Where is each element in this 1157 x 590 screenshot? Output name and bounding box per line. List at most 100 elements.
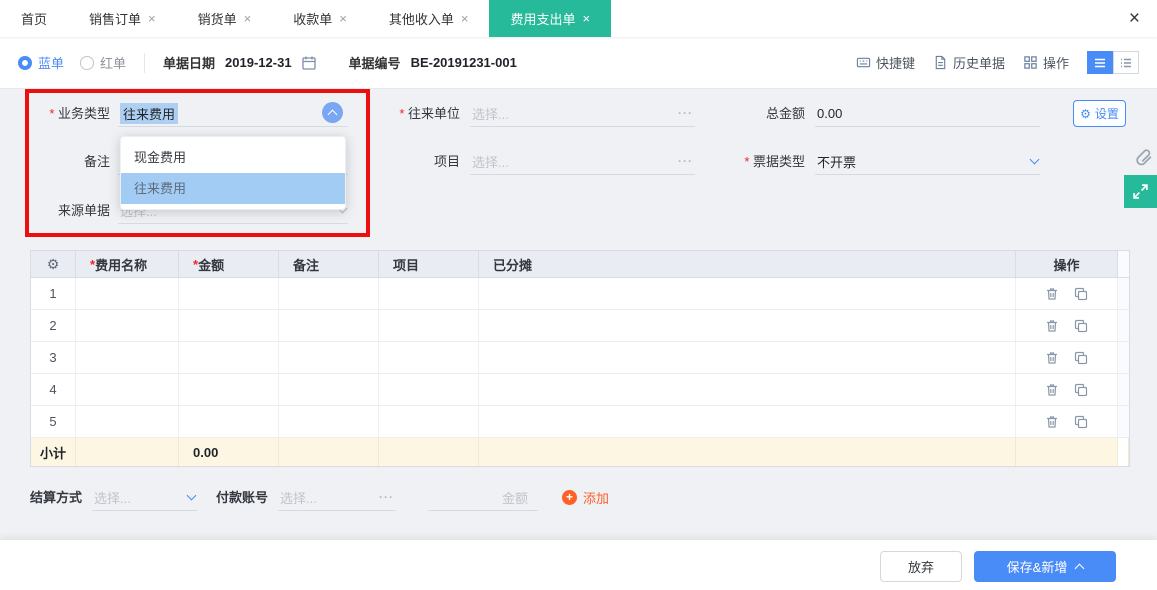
settlement-amount-field[interactable]: 金额: [428, 484, 538, 511]
total-amount-label: 总金额: [765, 106, 805, 121]
cell-project[interactable]: [379, 342, 479, 373]
cell-remark[interactable]: [279, 278, 379, 309]
total-amount-field[interactable]: 0.00: [815, 100, 1040, 127]
save-and-add-button[interactable]: 保存&新增: [974, 551, 1116, 582]
tab-home[interactable]: 首页: [0, 0, 68, 37]
tab-close-icon[interactable]: ×: [339, 12, 347, 25]
total-amount-value: 0.00: [817, 105, 843, 121]
radio-unselected-icon: [80, 55, 95, 70]
business-type-label: 业务类型: [20, 100, 110, 127]
delete-row-icon[interactable]: [1045, 287, 1059, 301]
list-view-icon: [1095, 58, 1105, 67]
chevron-down-icon[interactable]: [1029, 154, 1040, 164]
collapse-dropdown-icon[interactable]: [322, 102, 343, 123]
tab-expense-payment-active[interactable]: 费用支出单 ×: [489, 0, 612, 37]
radio-red-form[interactable]: 红单: [80, 53, 126, 72]
chevron-down-icon[interactable]: [186, 490, 197, 500]
invoice-type-field[interactable]: 不开票: [815, 148, 1040, 175]
business-type-value: 往来费用: [120, 102, 179, 124]
payment-account-more-icon[interactable]: ···: [379, 490, 394, 504]
copy-row-icon[interactable]: [1074, 319, 1088, 333]
tab-close-icon[interactable]: ×: [148, 12, 156, 25]
history-doc-icon: [935, 55, 946, 70]
delete-row-icon[interactable]: [1045, 319, 1059, 333]
list-view-button[interactable]: [1087, 51, 1113, 74]
tab-close-icon[interactable]: ×: [244, 12, 252, 25]
payment-account-placeholder: 选择...: [280, 490, 317, 506]
detail-view-button[interactable]: [1113, 51, 1139, 74]
partner-more-icon[interactable]: ···: [678, 106, 693, 120]
copy-row-icon[interactable]: [1074, 383, 1088, 397]
cell-expense-name[interactable]: [76, 406, 179, 437]
dropdown-option-transaction-selected[interactable]: 往来费用: [121, 173, 345, 204]
abandon-label: 放弃: [907, 560, 934, 575]
tab-close-icon[interactable]: ×: [582, 12, 590, 25]
calendar-icon[interactable]: [301, 55, 317, 71]
expense-table: ⚙ 费用名称 金额 备注 项目 已分摊 操作 1 2: [30, 250, 1130, 467]
cell-allocated: [479, 278, 1016, 309]
copy-row-icon[interactable]: [1074, 415, 1088, 429]
cell-project[interactable]: [379, 374, 479, 405]
operations-button[interactable]: 操作: [1023, 53, 1069, 72]
subtotal-label: 小计: [31, 438, 76, 466]
radio-blue-form[interactable]: 蓝单: [18, 53, 64, 72]
expand-button[interactable]: [1124, 175, 1157, 208]
business-type-field[interactable]: 往来费用: [118, 100, 348, 127]
table-row: 4: [31, 374, 1129, 406]
row-number: 1: [31, 278, 76, 309]
invoice-type-value: 不开票: [817, 154, 857, 170]
delete-row-icon[interactable]: [1045, 415, 1059, 429]
cell-remark[interactable]: [279, 310, 379, 341]
cell-expense-name[interactable]: [76, 342, 179, 373]
add-label: 添加: [583, 491, 610, 506]
cell-remark[interactable]: [279, 374, 379, 405]
payment-account-field[interactable]: 选择... ···: [278, 484, 396, 511]
table-settings-icon[interactable]: ⚙: [47, 257, 60, 271]
cell-project[interactable]: [379, 310, 479, 341]
cell-amount[interactable]: [179, 406, 279, 437]
settlement-method-field[interactable]: 选择...: [92, 484, 197, 511]
cell-amount[interactable]: [179, 310, 279, 341]
copy-row-icon[interactable]: [1074, 287, 1088, 301]
cell-project[interactable]: [379, 278, 479, 309]
cell-expense-name[interactable]: [76, 310, 179, 341]
settings-button[interactable]: ⚙ 设置: [1073, 100, 1126, 127]
cell-expense-name[interactable]: [76, 374, 179, 405]
tab-label: 销货单: [197, 12, 237, 27]
cell-amount[interactable]: [179, 278, 279, 309]
toolbar-right-tools: 快捷键 历史单据 操作: [856, 51, 1139, 74]
settlement-method-label: 结算方式: [30, 490, 83, 505]
shortcuts-button[interactable]: 快捷键: [856, 53, 915, 72]
dropdown-option-cash[interactable]: 现金费用: [121, 142, 345, 173]
cell-remark[interactable]: [279, 406, 379, 437]
delete-row-icon[interactable]: [1045, 383, 1059, 397]
cell-amount[interactable]: [179, 374, 279, 405]
settlement-method-placeholder: 选择...: [94, 490, 131, 506]
doc-no-label: 单据编号: [348, 56, 401, 71]
tab-sales-order[interactable]: 销售订单 ×: [68, 0, 177, 37]
invoice-type-label: 票据类型: [700, 148, 805, 175]
cell-project[interactable]: [379, 406, 479, 437]
abandon-button[interactable]: 放弃: [880, 551, 962, 582]
history-button[interactable]: 历史单据: [933, 53, 1005, 72]
tab-receipt[interactable]: 收款单 ×: [272, 0, 368, 37]
project-field[interactable]: 选择... ···: [470, 148, 695, 175]
cell-remark[interactable]: [279, 342, 379, 373]
partner-field[interactable]: 选择... ···: [470, 100, 695, 127]
tab-close-icon[interactable]: ×: [461, 12, 469, 25]
doc-date-value[interactable]: 2019-12-31: [225, 55, 292, 70]
col-remark: 备注: [279, 251, 379, 277]
copy-row-icon[interactable]: [1074, 351, 1088, 365]
tab-other-income[interactable]: 其他收入单 ×: [368, 0, 490, 37]
tab-sales-invoice[interactable]: 销货单 ×: [177, 0, 273, 37]
cell-amount[interactable]: [179, 342, 279, 373]
attachment-icon[interactable]: [1133, 147, 1155, 169]
table-row: 1: [31, 278, 1129, 310]
delete-row-icon[interactable]: [1045, 351, 1059, 365]
operations-label: 操作: [1042, 56, 1069, 71]
cell-expense-name[interactable]: [76, 278, 179, 309]
add-settlement-button[interactable]: + 添加: [562, 488, 609, 507]
close-all-icon[interactable]: ×: [1112, 0, 1157, 37]
row-number: 3: [31, 342, 76, 373]
project-more-icon[interactable]: ···: [678, 154, 693, 168]
